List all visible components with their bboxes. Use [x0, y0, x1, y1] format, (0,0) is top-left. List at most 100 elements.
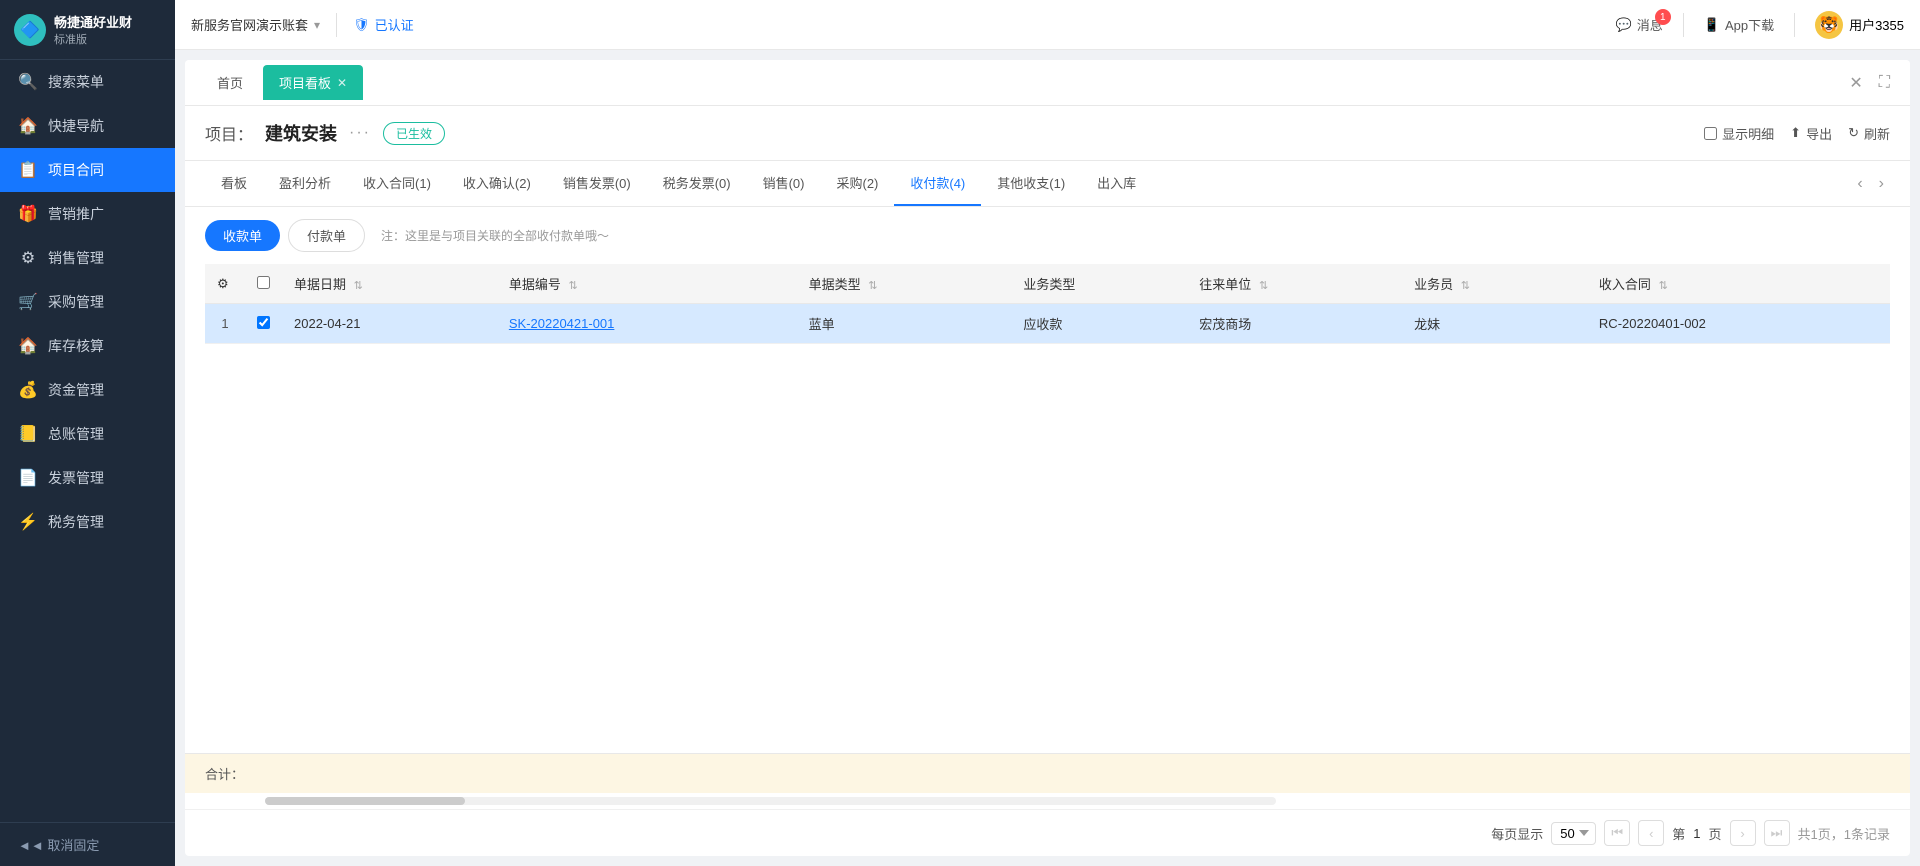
topbar-project[interactable]: 新服务官网演示账套 ▾ [191, 15, 320, 34]
sidebar-item-invoice[interactable]: 📄 发票管理 [0, 456, 175, 500]
app-download-button[interactable]: 📱 App下载 [1704, 15, 1774, 34]
row-type: 蓝单 [797, 304, 1012, 344]
sub-tab-kanban-label: 看板 [221, 176, 247, 191]
topbar: 新服务官网演示账套 ▾ 🛡 已认证 💬 消息 1 📱 App下载 🐯 用户335… [175, 0, 1920, 50]
data-table: ⚙ 单据日期 ⇅ 单据编号 ⇅ [205, 264, 1890, 344]
gift-icon: 🎁 [18, 204, 38, 224]
sub-tab-kanban[interactable]: 看板 [205, 161, 263, 206]
search-icon: 🔍 [18, 72, 38, 92]
sub-tab-sales-invoice-label: 销售发票(0) [563, 176, 631, 191]
sub-tab-income-contract[interactable]: 收入合同(1) [347, 161, 447, 206]
row-number[interactable]: SK-20220421-001 [497, 304, 797, 344]
date-column-header[interactable]: 单据日期 ⇅ [282, 264, 497, 304]
summary-label: 合计： [205, 764, 244, 783]
total-info: 共1页，1条记录 [1798, 824, 1890, 843]
partner-column-header[interactable]: 往来单位 ⇅ [1187, 264, 1402, 304]
next-page-button[interactable]: › [1730, 820, 1756, 846]
refresh-button[interactable]: ↻ 刷新 [1848, 124, 1890, 143]
sidebar: 🔷 畅捷通好业财 标准版 🔍 搜索菜单 🏠 快捷导航 📋 项目合同 🎁 营销推广… [0, 0, 175, 866]
sub-tab-income-confirm[interactable]: 收入确认(2) [447, 161, 547, 206]
row-number-link[interactable]: SK-20220421-001 [509, 316, 615, 331]
type-column-header[interactable]: 单据类型 ⇅ [797, 264, 1012, 304]
user-menu-button[interactable]: 🐯 用户3355 [1815, 11, 1904, 39]
salesperson-column-header[interactable]: 业务员 ⇅ [1402, 264, 1587, 304]
app-download-label: App下载 [1725, 15, 1774, 34]
sidebar-item-search[interactable]: 🔍 搜索菜单 [0, 60, 175, 104]
first-page-icon: ⏮ [1611, 825, 1623, 841]
shield-icon: 🛡 [353, 17, 370, 33]
refresh-label: 刷新 [1864, 124, 1890, 143]
last-page-button[interactable]: ⏭ [1764, 820, 1790, 846]
sidebar-unpin-button[interactable]: ◄◄ 取消固定 [0, 822, 175, 866]
per-page-select[interactable]: 50 [1551, 822, 1596, 845]
payment-filter-button[interactable]: 付款单 [288, 219, 365, 252]
first-page-button[interactable]: ⏮ [1604, 820, 1630, 846]
sidebar-item-label: 发票管理 [48, 468, 104, 488]
sub-tabs-prev-button[interactable]: ‹ [1851, 171, 1868, 197]
row-business-type: 应收款 [1011, 304, 1187, 344]
project-more-button[interactable]: ··· [349, 124, 371, 142]
tab-close-icon[interactable]: ✕ [337, 76, 347, 90]
invoice-icon: 📄 [18, 468, 38, 488]
sidebar-item-inventory[interactable]: 🏠 库存核算 [0, 324, 175, 368]
dropdown-icon: ▾ [314, 18, 320, 32]
sidebar-item-purchase[interactable]: 🛒 采购管理 [0, 280, 175, 324]
window-controls: ✕ ⛶ [1845, 69, 1894, 97]
partner-sort-icon: ⇅ [1259, 280, 1268, 292]
sidebar-item-label: 总账管理 [48, 424, 104, 444]
receipt-filter-button[interactable]: 收款单 [205, 220, 280, 251]
export-button[interactable]: ⬆ 导出 [1790, 124, 1832, 143]
sidebar-item-capital[interactable]: 💰 资金管理 [0, 368, 175, 412]
messages-button[interactable]: 💬 消息 1 [1616, 15, 1663, 34]
type-label: 单据类型 [809, 277, 861, 292]
topbar-actions: 💬 消息 1 📱 App下载 🐯 用户3355 [1616, 11, 1904, 39]
income-contract-column-header[interactable]: 收入合同 ⇅ [1587, 264, 1890, 304]
show-detail-label: 显示明细 [1722, 124, 1774, 143]
show-detail-input[interactable] [1704, 127, 1717, 140]
page-tabs: 首页 项目看板 ✕ ✕ ⛶ [185, 60, 1910, 106]
project-header-actions: 显示明细 ⬆ 导出 ↻ 刷新 [1704, 124, 1890, 143]
sub-tabs-next-button[interactable]: › [1873, 171, 1890, 197]
table-row[interactable]: 1 2022-04-21 SK-20220421-001 蓝单 应收款 宏茂商场… [205, 304, 1890, 344]
gear-icon: ⚙ [18, 248, 38, 268]
sidebar-item-quick-nav[interactable]: 🏠 快捷导航 [0, 104, 175, 148]
sidebar-item-marketing[interactable]: 🎁 营销推广 [0, 192, 175, 236]
expand-window-button[interactable]: ⛶ [1875, 70, 1894, 96]
settings-column-header[interactable]: ⚙ [205, 264, 245, 304]
prev-page-button[interactable]: ‹ [1638, 820, 1664, 846]
checkbox-column-header[interactable] [245, 264, 282, 304]
sidebar-item-label: 采购管理 [48, 292, 104, 312]
sub-tab-profit[interactable]: 盈利分析 [263, 161, 347, 206]
sub-tab-tax-invoice[interactable]: 税务发票(0) [647, 161, 747, 206]
sub-tab-in-out[interactable]: 出入库 [1081, 161, 1152, 206]
sidebar-item-label: 快捷导航 [48, 116, 104, 136]
app-version: 标准版 [54, 31, 132, 47]
tab-project-board[interactable]: 项目看板 ✕ [263, 65, 363, 100]
sub-tab-sales-label: 销售(0) [763, 176, 805, 191]
sub-tab-sales[interactable]: 销售(0) [747, 161, 821, 206]
show-detail-checkbox[interactable]: 显示明细 [1704, 124, 1774, 143]
row-checkbox-cell[interactable] [245, 304, 282, 344]
close-window-button[interactable]: ✕ [1845, 69, 1866, 97]
tab-home[interactable]: 首页 [201, 65, 259, 100]
horizontal-scrollbar-track[interactable] [265, 797, 1276, 805]
sub-tab-purchase[interactable]: 采购(2) [820, 161, 894, 206]
per-page-label: 每页显示 [1491, 824, 1543, 843]
select-all-checkbox[interactable] [257, 276, 270, 289]
sub-tab-sales-invoice[interactable]: 销售发票(0) [547, 161, 647, 206]
sidebar-item-tax[interactable]: ⚡ 税务管理 [0, 500, 175, 544]
column-settings-icon[interactable]: ⚙ [217, 276, 229, 291]
sub-tab-other-expense-label: 其他收支(1) [997, 176, 1065, 191]
sidebar-item-ledger[interactable]: 📒 总账管理 [0, 412, 175, 456]
sidebar-item-sales[interactable]: ⚙ 销售管理 [0, 236, 175, 280]
horizontal-scrollbar-thumb[interactable] [265, 797, 465, 805]
income-contract-sort-icon: ⇅ [1659, 280, 1668, 292]
number-column-header[interactable]: 单据编号 ⇅ [497, 264, 797, 304]
sidebar-item-project[interactable]: 📋 项目合同 [0, 148, 175, 192]
money-icon: 💰 [18, 380, 38, 400]
row-checkbox[interactable] [257, 316, 270, 329]
project-prefix: 项目： [205, 121, 253, 145]
sub-tab-receipts[interactable]: 收付款(4) [894, 161, 981, 206]
number-label: 单据编号 [509, 277, 561, 292]
sub-tab-other-expense[interactable]: 其他收支(1) [981, 161, 1081, 206]
